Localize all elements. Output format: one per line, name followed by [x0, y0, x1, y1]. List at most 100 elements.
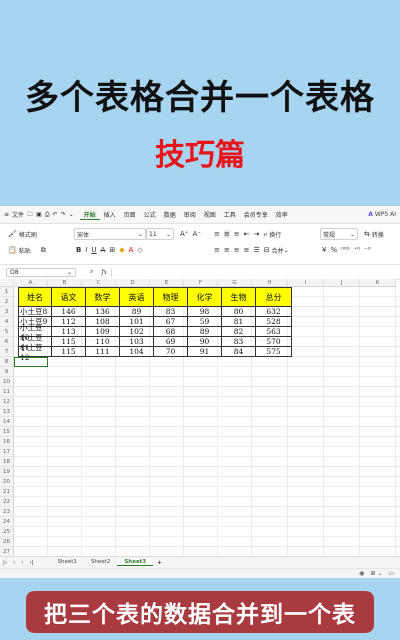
- currency-icon[interactable]: ¥: [322, 246, 326, 254]
- wps-ai-button[interactable]: A WPS AI: [368, 211, 396, 218]
- next-sheet-icon[interactable]: ›: [18, 560, 26, 566]
- row-header-25[interactable]: 25: [0, 527, 14, 537]
- align-top-icon[interactable]: ≡: [214, 230, 220, 238]
- row-header-24[interactable]: 24: [0, 517, 14, 527]
- row-header-1[interactable]: 1: [0, 287, 14, 297]
- align-middle-icon[interactable]: ≡: [223, 230, 230, 238]
- tab-0[interactable]: 开始: [79, 210, 100, 220]
- column-header-g[interactable]: G: [218, 279, 252, 287]
- table-header-cell[interactable]: 姓名: [18, 287, 52, 307]
- row-header-13[interactable]: 13: [0, 407, 14, 417]
- row-header-14[interactable]: 14: [0, 417, 14, 427]
- row-header-15[interactable]: 15: [0, 427, 14, 437]
- table-cell[interactable]: 81: [222, 317, 256, 327]
- active-cell[interactable]: [14, 357, 48, 367]
- table-cell[interactable]: 115: [52, 347, 86, 357]
- chevron-down-icon[interactable]: ⌄: [284, 247, 289, 254]
- column-header-d[interactable]: D: [116, 279, 150, 287]
- tab-7[interactable]: 工具: [220, 210, 240, 220]
- prev-sheet-icon[interactable]: ‹: [10, 560, 18, 566]
- table-header-cell[interactable]: 化学: [188, 287, 222, 307]
- table-cell[interactable]: 89: [120, 307, 154, 317]
- row-header-7[interactable]: 7: [0, 347, 14, 357]
- row-header-21[interactable]: 21: [0, 487, 14, 497]
- sheet-tab-sheet3[interactable]: Sheet3: [117, 559, 154, 566]
- font-grow-shrink[interactable]: A⁺ A⁻: [178, 228, 203, 240]
- page-view-icon[interactable]: ▭: [388, 570, 394, 577]
- column-header-c[interactable]: C: [82, 279, 116, 287]
- justify-icon[interactable]: ≡: [244, 246, 250, 254]
- row-header-18[interactable]: 18: [0, 457, 14, 467]
- fill-color-icon[interactable]: ◆: [119, 246, 124, 254]
- table-cell[interactable]: 112: [52, 317, 86, 327]
- table-cell[interactable]: 98: [188, 307, 222, 317]
- select-all-corner[interactable]: [0, 279, 14, 287]
- percent-icon[interactable]: %: [330, 246, 337, 254]
- table-cell[interactable]: 110: [86, 337, 120, 347]
- table-cell[interactable]: 146: [52, 307, 86, 317]
- table-header-cell[interactable]: 总分: [256, 287, 292, 307]
- fx-icon[interactable]: fx: [101, 269, 107, 276]
- table-cell[interactable]: 59: [188, 317, 222, 327]
- add-sheet-button[interactable]: +: [153, 560, 166, 566]
- decrease-decimal-icon[interactable]: ⁻⁰: [364, 246, 371, 254]
- font-grow-icon[interactable]: A⁺: [180, 230, 188, 238]
- row-header-12[interactable]: 12: [0, 397, 14, 407]
- menu-icon[interactable]: ≡: [4, 211, 9, 218]
- font-shrink-icon[interactable]: A⁻: [192, 230, 200, 238]
- table-cell[interactable]: 82: [222, 327, 256, 337]
- column-header-a[interactable]: A: [14, 279, 48, 287]
- table-cell[interactable]: 70: [154, 347, 188, 357]
- merge-button[interactable]: 合并: [272, 246, 284, 255]
- table-cell[interactable]: 80: [222, 307, 256, 317]
- bold-icon[interactable]: B: [76, 246, 81, 254]
- number-format-select[interactable]: 常规 ⌄: [320, 228, 358, 240]
- align-center-icon[interactable]: ≡: [224, 246, 230, 254]
- column-header-j[interactable]: J: [324, 279, 360, 287]
- zoom-search-icon[interactable]: ⌕: [90, 268, 93, 276]
- align-left-icon[interactable]: ≡: [214, 246, 220, 254]
- row-header-26[interactable]: 26: [0, 537, 14, 547]
- font-size-select[interactable]: 11 ⌄: [146, 228, 174, 240]
- wrap-button[interactable]: 换行: [269, 230, 281, 239]
- table-cell[interactable]: 136: [86, 307, 120, 317]
- table-cell[interactable]: 108: [86, 317, 120, 327]
- table-cell[interactable]: 563: [256, 327, 292, 337]
- sheet-tab-sheet2[interactable]: Sheet2: [84, 559, 117, 566]
- column-header-f[interactable]: F: [184, 279, 218, 287]
- column-header-b[interactable]: B: [48, 279, 82, 287]
- font-name-select[interactable]: 宋体 ⌄: [74, 228, 146, 240]
- paste-button[interactable]: 📋 粘贴 ⧉: [6, 244, 48, 256]
- strikethrough-icon[interactable]: A: [101, 246, 106, 254]
- indent-increase-icon[interactable]: ⇥: [254, 230, 260, 238]
- table-name-cell[interactable]: 小土豆12: [18, 343, 52, 362]
- italic-icon[interactable]: I: [85, 246, 87, 254]
- underline-icon[interactable]: U: [91, 246, 96, 254]
- first-sheet-icon[interactable]: |‹: [0, 560, 10, 566]
- save-icon[interactable]: ▣: [36, 211, 42, 218]
- align-right-icon[interactable]: ≡: [234, 246, 240, 254]
- tab-9[interactable]: 效率: [272, 210, 292, 220]
- tab-6[interactable]: 视图: [200, 210, 220, 220]
- row-header-10[interactable]: 10: [0, 377, 14, 387]
- table-cell[interactable]: 83: [154, 307, 188, 317]
- row-header-20[interactable]: 20: [0, 477, 14, 487]
- table-cell[interactable]: 68: [154, 327, 188, 337]
- table-cell[interactable]: 570: [256, 337, 292, 347]
- table-cell[interactable]: 84: [222, 347, 256, 357]
- row-header-5[interactable]: 5: [0, 327, 14, 337]
- column-header-e[interactable]: E: [150, 279, 184, 287]
- row-header-17[interactable]: 17: [0, 447, 14, 457]
- row-header-4[interactable]: 4: [0, 317, 14, 327]
- table-cell[interactable]: 102: [120, 327, 154, 337]
- distributed-icon[interactable]: ☰: [254, 246, 260, 254]
- format-painter-button[interactable]: 🖌 格式刷: [6, 228, 37, 240]
- file-menu[interactable]: 文件: [12, 210, 24, 219]
- tab-8[interactable]: 会员专享: [240, 210, 272, 220]
- table-header-cell[interactable]: 物理: [154, 287, 188, 307]
- formula-input[interactable]: [110, 267, 400, 277]
- open-icon[interactable]: 🗀: [27, 210, 33, 220]
- table-cell[interactable]: 69: [154, 337, 188, 347]
- tab-4[interactable]: 数据: [160, 210, 180, 220]
- tab-2[interactable]: 页面: [120, 210, 140, 220]
